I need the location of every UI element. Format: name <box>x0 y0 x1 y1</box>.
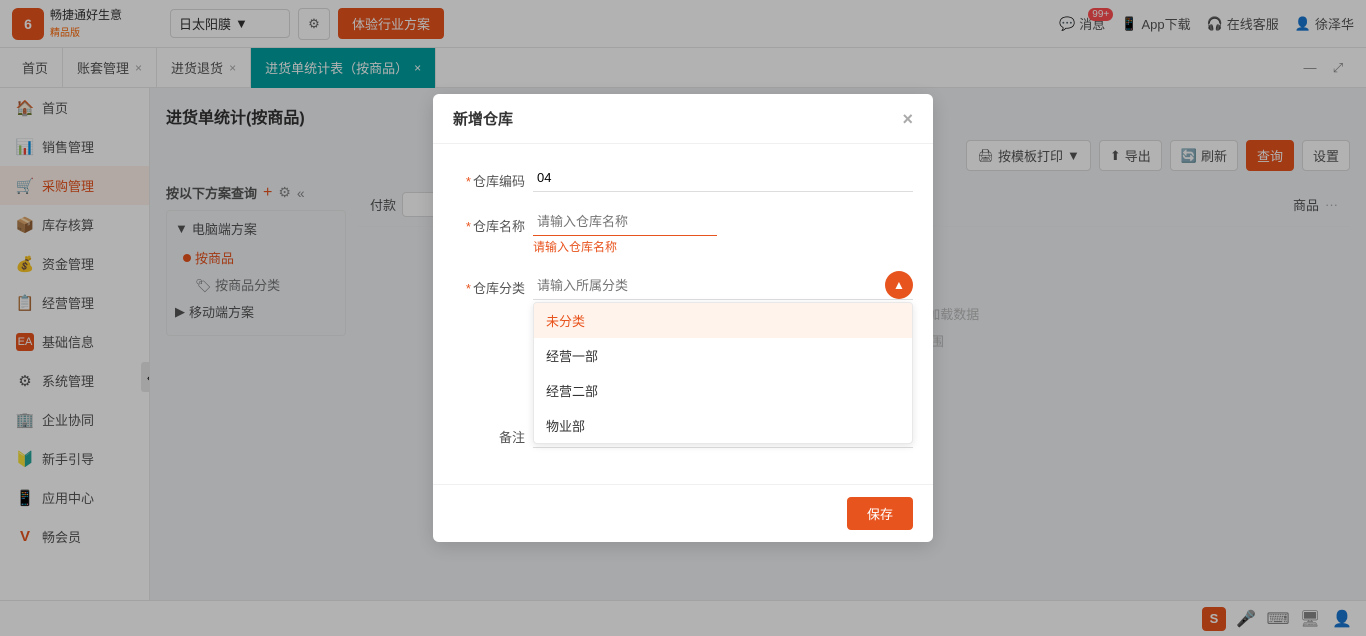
save-button[interactable]: 保存 <box>847 497 913 530</box>
category-dropdown: 未分类 经营一部 经营二部 物业部 <box>533 302 913 444</box>
modal-close-button[interactable]: × <box>902 110 913 128</box>
modal-body: 仓库编码 仓库名称 请输入仓库名称 仓库分类 <box>433 144 933 484</box>
add-warehouse-modal: 新增仓库 × 仓库编码 仓库名称 请输入仓库名称 <box>433 94 933 542</box>
category-toggle-button[interactable]: ▲ <box>885 271 913 299</box>
name-label: 仓库名称 <box>453 209 533 235</box>
name-input[interactable] <box>533 208 717 236</box>
dropdown-item-dept3[interactable]: 物业部 <box>534 408 912 443</box>
modal-title: 新增仓库 <box>453 108 513 129</box>
category-input-wrap: ▲ <box>533 271 913 300</box>
name-error-message: 请输入仓库名称 <box>533 240 617 254</box>
modal-header: 新增仓库 × <box>433 94 933 144</box>
name-input-wrap <box>533 208 717 236</box>
code-label: 仓库编码 <box>453 164 533 190</box>
dropdown-item-uncategorized[interactable]: 未分类 <box>534 303 912 338</box>
code-input[interactable] <box>533 164 913 192</box>
modal-footer: 保存 <box>433 484 933 542</box>
dropdown-item-dept1[interactable]: 经营一部 <box>534 338 912 373</box>
category-label: 仓库分类 <box>453 271 533 297</box>
modal-overlay[interactable]: 新增仓库 × 仓库编码 仓库名称 请输入仓库名称 <box>0 0 1366 636</box>
note-label: 备注 <box>453 420 533 446</box>
form-row-name: 仓库名称 请输入仓库名称 <box>453 208 913 255</box>
dropdown-item-dept2[interactable]: 经营二部 <box>534 373 912 408</box>
form-row-code: 仓库编码 <box>453 164 913 192</box>
category-input[interactable] <box>533 272 885 299</box>
form-row-category: 仓库分类 ▲ 未分类 经营一部 经营二部 物业部 <box>453 271 913 300</box>
